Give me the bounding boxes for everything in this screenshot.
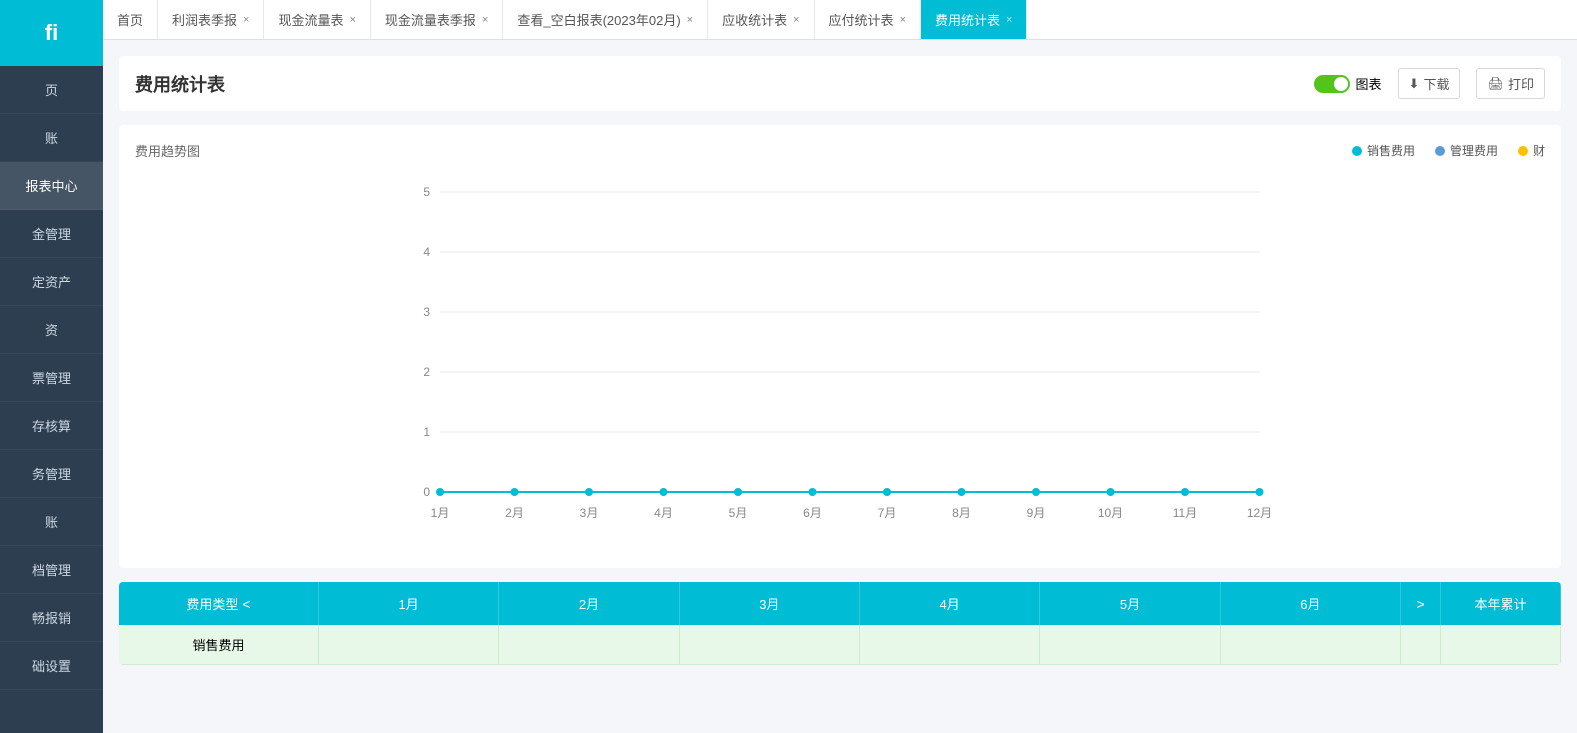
legend-sales: 销售费用 [1352, 142, 1415, 159]
page-header: 费用统计表 图表 ⬇ 下载 🖨 打印 [119, 56, 1561, 111]
sidebar-item-ticket[interactable]: 票管理 [0, 354, 103, 402]
svg-text:7月: 7月 [878, 506, 897, 520]
main-area: 首页 利润表季报 × 现金流量表 × 现金流量表季报 × 查看_空白报表(202… [103, 0, 1577, 733]
tab-receivable[interactable]: 应收统计表 × [708, 0, 814, 40]
sidebar-item-archive[interactable]: 档管理 [0, 546, 103, 594]
legend-dot-finance [1518, 146, 1528, 156]
cell-m6 [1221, 625, 1401, 664]
print-icon: 🖨 [1487, 76, 1504, 92]
sidebar-item-payable[interactable]: 账 [0, 498, 103, 546]
tab-close-receivable[interactable]: × [793, 14, 799, 26]
svg-text:4: 4 [423, 245, 430, 259]
tab-home[interactable]: 首页 [103, 0, 158, 40]
sidebar-item-home[interactable]: 页 [0, 66, 103, 114]
sidebar-item-service[interactable]: 务管理 [0, 450, 103, 498]
svg-text:0: 0 [423, 485, 430, 499]
sidebar-item-stock[interactable]: 存核算 [0, 402, 103, 450]
content-area: 费用统计表 图表 ⬇ 下载 🖨 打印 [103, 40, 1577, 733]
legend-dot-sales [1352, 146, 1362, 156]
sidebar-item-report-center[interactable]: 报表中心 [0, 162, 103, 210]
chart-legend: 销售费用 管理费用 财 [1352, 142, 1545, 159]
svg-text:3: 3 [423, 305, 430, 319]
tab-close-profit-quarter[interactable]: × [243, 14, 249, 26]
cell-m5 [1040, 625, 1220, 664]
svg-text:3月: 3月 [580, 506, 599, 520]
col-header-type: 费用类型 < [119, 582, 319, 625]
chart-svg-container: 5 4 3 2 1 0 1月 2月 3月 4月 5月 6月 7月 8月 9 [135, 172, 1545, 552]
tab-close-payable-stat[interactable]: × [900, 14, 906, 26]
tab-close-expense-stat[interactable]: × [1006, 14, 1012, 26]
cell-m3 [680, 625, 860, 664]
svg-text:5月: 5月 [729, 506, 748, 520]
tab-close-cash-flow[interactable]: × [349, 14, 355, 26]
cell-m4 [860, 625, 1040, 664]
tab-cash-flow[interactable]: 现金流量表 × [264, 0, 370, 40]
col-header-nav[interactable]: > [1401, 582, 1441, 625]
print-button[interactable]: 🖨 打印 [1476, 68, 1545, 99]
nav-prev-arrow[interactable]: < [242, 596, 250, 612]
tab-blank-report[interactable]: 查看_空白报表(2023年02月) × [503, 0, 708, 40]
nav-next-arrow[interactable]: > [1416, 596, 1424, 612]
col-header-m6: 6月 [1221, 582, 1401, 625]
legend-admin: 管理费用 [1435, 142, 1498, 159]
tab-payable-stat[interactable]: 应付统计表 × [815, 0, 921, 40]
svg-text:2月: 2月 [505, 506, 524, 520]
sidebar-item-expense[interactable]: 畅报销 [0, 594, 103, 642]
svg-text:9月: 9月 [1027, 506, 1046, 520]
toggle-thumb [1334, 77, 1348, 91]
col-header-m4: 4月 [860, 582, 1040, 625]
trend-chart: 5 4 3 2 1 0 1月 2月 3月 4月 5月 6月 7月 8月 9 [135, 172, 1545, 532]
cell-type: 销售费用 [119, 625, 319, 664]
cell-ytd [1441, 625, 1561, 664]
svg-text:10月: 10月 [1098, 506, 1123, 520]
svg-text:6月: 6月 [803, 506, 822, 520]
tab-expense-stat[interactable]: 费用统计表 × [921, 0, 1027, 40]
svg-text:8月: 8月 [952, 506, 971, 520]
page-title: 费用统计表 [135, 71, 225, 97]
app-logo: fi [0, 0, 103, 66]
toggle-label: 图表 [1356, 74, 1382, 93]
tab-cash-flow-quarter[interactable]: 现金流量表季报 × [371, 0, 503, 40]
chart-card: 费用趋势图 销售费用 管理费用 财 [119, 125, 1561, 568]
tab-close-cash-flow-quarter[interactable]: × [482, 14, 488, 26]
cell-nav [1401, 625, 1441, 664]
svg-text:4月: 4月 [654, 506, 673, 520]
cell-m1 [319, 625, 499, 664]
svg-text:1: 1 [423, 425, 430, 439]
chart-header: 费用趋势图 销售费用 管理费用 财 [135, 141, 1545, 160]
svg-text:2: 2 [423, 365, 430, 379]
header-actions: 图表 ⬇ 下载 🖨 打印 [1314, 68, 1545, 99]
col-header-m1: 1月 [319, 582, 499, 625]
chart-toggle[interactable]: 图表 [1314, 74, 1382, 93]
col-header-ytd: 本年累计 [1441, 582, 1561, 625]
tab-bar: 首页 利润表季报 × 现金流量表 × 现金流量表季报 × 查看_空白报表(202… [103, 0, 1577, 40]
sidebar-item-resource[interactable]: 资 [0, 306, 103, 354]
cell-m2 [499, 625, 679, 664]
col-header-m2: 2月 [499, 582, 679, 625]
tab-profit-quarter[interactable]: 利润表季报 × [158, 0, 264, 40]
chart-title: 费用趋势图 [135, 141, 200, 160]
sidebar: fi 页 账 报表中心 金管理 定资产 资 票管理 存核算 务管理 账 档管理 … [0, 0, 103, 733]
table-section: 费用类型 < 1月 2月 3月 4月 5月 [119, 582, 1561, 665]
download-icon: ⬇ [1409, 76, 1420, 92]
table-header-row: 费用类型 < 1月 2月 3月 4月 5月 [119, 582, 1561, 625]
svg-text:5: 5 [423, 185, 430, 199]
legend-dot-admin [1435, 146, 1445, 156]
tab-close-blank-report[interactable]: × [687, 14, 693, 26]
sidebar-item-fund[interactable]: 金管理 [0, 210, 103, 258]
legend-finance: 财 [1518, 142, 1545, 159]
sidebar-item-settings[interactable]: 础设置 [0, 642, 103, 690]
col-header-m3: 3月 [680, 582, 860, 625]
svg-text:12月: 12月 [1247, 506, 1272, 520]
table-row: 销售费用 [119, 625, 1561, 665]
col-header-m5: 5月 [1040, 582, 1220, 625]
svg-text:1月: 1月 [431, 506, 450, 520]
download-button[interactable]: ⬇ 下载 [1398, 68, 1461, 99]
sidebar-item-fixed-asset[interactable]: 定资产 [0, 258, 103, 306]
toggle-track[interactable] [1314, 75, 1350, 93]
svg-text:11月: 11月 [1173, 506, 1197, 520]
sidebar-item-account[interactable]: 账 [0, 114, 103, 162]
